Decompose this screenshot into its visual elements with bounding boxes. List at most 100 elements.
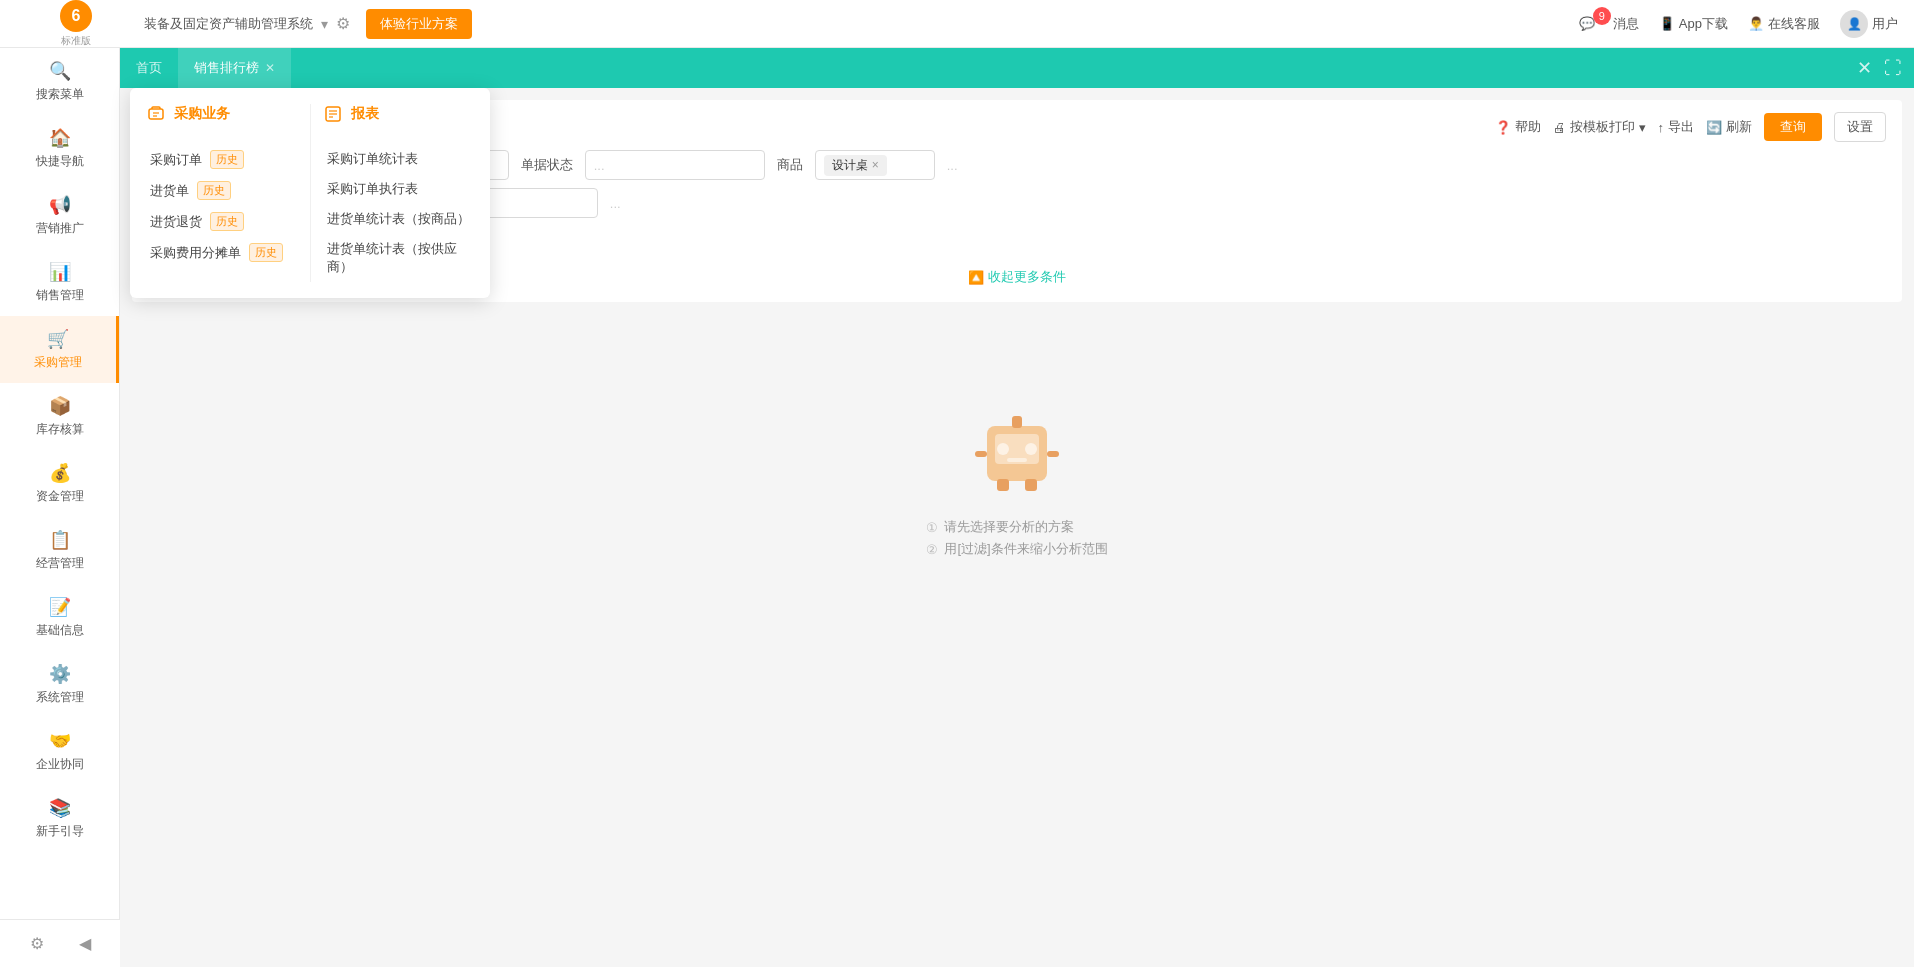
sidebar: 🔍 搜索菜单 🏠 快捷导航 📢 营销推广 📊 销售管理 🛒 采购管理 📦 库存核… <box>0 48 120 967</box>
user-menu[interactable]: 👤 用户 <box>1840 10 1898 38</box>
message-label: 消息 <box>1613 15 1639 33</box>
order-status-select[interactable]: ... <box>585 150 765 180</box>
avatar: 👤 <box>1840 10 1868 38</box>
print-btn[interactable]: 🖨 按模板打印 ▾ <box>1553 118 1646 136</box>
settings-btn[interactable]: 设置 <box>1834 112 1886 142</box>
goods-in-label: 进货单 <box>150 182 189 200</box>
message-btn[interactable]: 💬 9 消息 <box>1579 15 1639 33</box>
goods-label: 商品 <box>777 156 803 174</box>
dropdown-divider <box>310 104 311 282</box>
app-download-btn[interactable]: 📱 App下载 <box>1659 15 1728 33</box>
svg-rect-10 <box>149 109 163 119</box>
system-settings-icon[interactable]: ⚙ <box>336 14 350 33</box>
sidebar-item-guide[interactable]: 📚 新手引导 <box>0 785 119 852</box>
sidebar-item-quick-nav-label: 快捷导航 <box>36 153 84 170</box>
refresh-btn[interactable]: 🔄 刷新 <box>1706 118 1752 136</box>
inventory-icon: 📦 <box>49 395 71 417</box>
goods-input-area[interactable]: 设计桌 × <box>815 150 935 180</box>
export-label: 导出 <box>1668 118 1694 136</box>
basic-icon: 📝 <box>49 596 71 618</box>
goods-in-stat-goods-label: 进货单统计表（按商品） <box>327 210 470 228</box>
query-btn[interactable]: 查询 <box>1764 113 1822 141</box>
svg-point-2 <box>997 443 1009 455</box>
goods-tag-close[interactable]: × <box>872 158 879 172</box>
system-name-area: 装备及固定资产辅助管理系统 ▾ ⚙ <box>144 14 350 33</box>
dropdown-item-purchase-order-stat[interactable]: 采购订单统计表 <box>323 144 475 174</box>
sidebar-item-basic[interactable]: 📝 基础信息 <box>0 584 119 651</box>
export-icon: ↑ <box>1658 120 1665 135</box>
sidebar-item-basic-label: 基础信息 <box>36 622 84 639</box>
empty-robot-icon <box>967 396 1067 496</box>
dropdown-item-goods-in-stat-goods[interactable]: 进货单统计表（按商品） <box>323 204 475 234</box>
sidebar-collapse-btn[interactable]: ◀ <box>79 934 91 953</box>
purchase-expense-history: 历史 <box>249 243 283 262</box>
sidebar-item-quick-nav[interactable]: 🏠 快捷导航 <box>0 115 119 182</box>
report-icon-svg <box>324 105 342 123</box>
svg-rect-6 <box>975 451 987 457</box>
sidebar-bottom: ⚙ ◀ <box>0 919 120 967</box>
purchase-order-exec-label: 采购订单执行表 <box>327 180 418 198</box>
user-label: 用户 <box>1872 15 1898 33</box>
sidebar-item-purchase-label: 采购管理 <box>34 354 82 371</box>
app-label: App下载 <box>1679 15 1728 33</box>
guide-icon: 📚 <box>49 797 71 819</box>
tab-expand-btn[interactable]: ⛶ <box>1884 58 1902 79</box>
tab-sales-rank-close[interactable]: ✕ <box>265 61 275 75</box>
collapse-btn[interactable]: 🔼 收起更多条件 <box>968 268 1066 286</box>
sidebar-item-marketing[interactable]: 📢 营销推广 <box>0 182 119 249</box>
print-label: 按模板打印 <box>1570 118 1635 136</box>
sidebar-item-sales-label: 销售管理 <box>36 287 84 304</box>
system-name-text: 装备及固定资产辅助管理系统 <box>144 15 313 33</box>
tab-home-label: 首页 <box>136 59 162 77</box>
dropdown-item-goods-in-stat-supplier[interactable]: 进货单统计表（按供应商） <box>323 234 475 282</box>
purchase-business-title: 采购业务 <box>146 104 298 132</box>
system-icon: ⚙️ <box>49 663 71 685</box>
home-icon: 🏠 <box>49 127 71 149</box>
tab-sales-rank[interactable]: 销售排行榜 ✕ <box>178 48 291 88</box>
goods-tag: 设计桌 × <box>824 155 887 176</box>
sidebar-item-system[interactable]: ⚙️ 系统管理 <box>0 651 119 718</box>
empty-tip-2: 用[过滤]条件来缩小分析范围 <box>926 540 1107 558</box>
tab-close-btn[interactable]: ✕ <box>1857 57 1872 79</box>
dropdown-item-purchase-expense[interactable]: 采购费用分摊单 历史 <box>146 237 298 268</box>
tab-bar: 首页 销售排行榜 ✕ ✕ ⛶ <box>120 48 1914 88</box>
sidebar-item-purchase[interactable]: 🛒 采购管理 <box>0 316 119 383</box>
export-btn[interactable]: ↑ 导出 <box>1658 118 1695 136</box>
sidebar-item-sales[interactable]: 📊 销售管理 <box>0 249 119 316</box>
sidebar-settings-btn[interactable]: ⚙ <box>30 934 44 953</box>
salesperson-more-btn[interactable]: ... <box>610 196 621 211</box>
tab-right-btns: ✕ ⛶ <box>1857 57 1914 79</box>
message-badge: 9 <box>1593 7 1611 25</box>
header-right: 💬 9 消息 📱 App下载 👨‍💼 在线客服 👤 用户 <box>1579 10 1898 38</box>
capital-icon: 💰 <box>49 462 71 484</box>
tab-home[interactable]: 首页 <box>120 48 178 88</box>
order-status-placeholder: ... <box>594 158 605 173</box>
enterprise-icon: 🤝 <box>49 730 71 752</box>
dropdown-item-purchase-order[interactable]: 采购订单 历史 <box>146 144 298 175</box>
sidebar-item-capital[interactable]: 💰 资金管理 <box>0 450 119 517</box>
sidebar-item-guide-label: 新手引导 <box>36 823 84 840</box>
help-btn[interactable]: ❓ 帮助 <box>1495 118 1541 136</box>
dropdown-item-purchase-order-exec[interactable]: 采购订单执行表 <box>323 174 475 204</box>
report-title-text: 报表 <box>351 105 379 123</box>
goods-more-btn[interactable]: ... <box>947 158 958 173</box>
svg-rect-8 <box>997 479 1009 491</box>
purchase-order-label: 采购订单 <box>150 151 202 169</box>
dropdown-item-goods-in[interactable]: 进货单 历史 <box>146 175 298 206</box>
empty-state: 请先选择要分析的方案 用[过滤]条件来缩小分析范围 <box>132 314 1902 634</box>
goods-in-stat-supplier-label: 进货单统计表（按供应商） <box>327 240 471 276</box>
online-service-btn[interactable]: 👨‍💼 在线客服 <box>1748 15 1820 33</box>
experience-btn[interactable]: 体验行业方案 <box>366 9 472 39</box>
sidebar-item-enterprise[interactable]: 🤝 企业协同 <box>0 718 119 785</box>
report-title: 报表 <box>323 104 475 132</box>
empty-text-list: 请先选择要分析的方案 用[过滤]条件来缩小分析范围 <box>926 518 1107 562</box>
system-dropdown-icon[interactable]: ▾ <box>321 16 328 32</box>
sidebar-item-inventory[interactable]: 📦 库存核算 <box>0 383 119 450</box>
sidebar-item-search[interactable]: 🔍 搜索菜单 <box>0 48 119 115</box>
phone-icon: 📱 <box>1659 16 1675 31</box>
dropdown-item-goods-return[interactable]: 进货退货 历史 <box>146 206 298 237</box>
operation-icon: 📋 <box>49 529 71 551</box>
sidebar-item-operation[interactable]: 📋 经营管理 <box>0 517 119 584</box>
svg-rect-7 <box>1047 451 1059 457</box>
refresh-icon: 🔄 <box>1706 120 1722 135</box>
